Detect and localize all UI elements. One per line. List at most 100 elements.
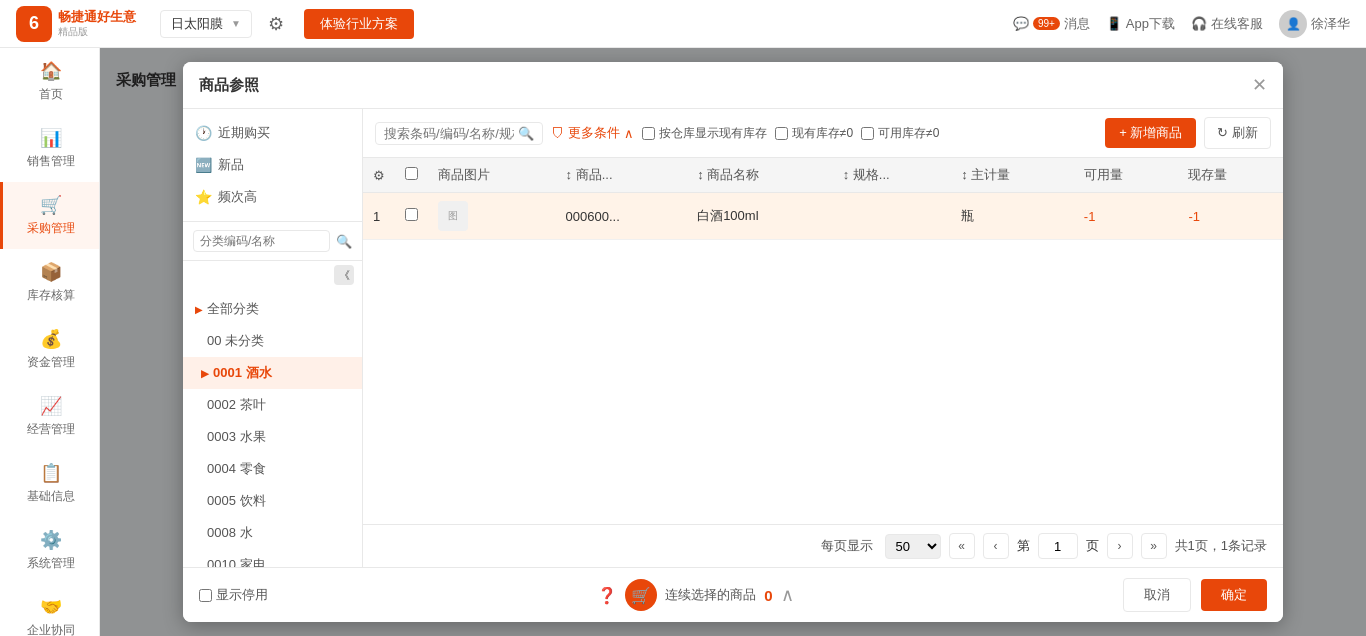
- product-table-container: ⚙ 商品图片 ↕ 商品... ↕ 商品名称 ↕ 规格... ↕ 主计量 可用量: [363, 158, 1283, 524]
- product-search-box: 🔍: [375, 122, 543, 145]
- page-label: 第: [1017, 537, 1030, 555]
- modal-overlay: 商品参照 ✕ 🕐 近期购买 🆕: [100, 48, 1366, 636]
- sidebar-item-basic[interactable]: 📋 基础信息: [0, 450, 99, 517]
- table-row[interactable]: 1 图 000600... 白酒100ml 瓶: [363, 193, 1283, 240]
- last-page-button[interactable]: »: [1141, 533, 1167, 559]
- main-layout: 🏠 首页 📊 销售管理 🛒 采购管理 📦 库存核算 💰 资金管理 📈 经营管理 …: [0, 48, 1366, 636]
- modal-body: 🕐 近期购买 🆕 新品 ⭐ 频次高: [183, 109, 1283, 567]
- col-checkbox: [395, 158, 428, 193]
- modal-close-button[interactable]: ✕: [1252, 74, 1267, 96]
- main-content: 采购管理 查询 设置 刷新 商品参照 ✕: [100, 48, 1366, 636]
- brand-name: 畅捷通好生意: [58, 9, 136, 26]
- trial-button[interactable]: 体验行业方案: [304, 9, 414, 39]
- category-search-icon[interactable]: 🔍: [336, 234, 352, 249]
- category-panel: 🕐 近期购买 🆕 新品 ⭐ 频次高: [183, 109, 363, 567]
- next-page-button[interactable]: ›: [1107, 533, 1133, 559]
- panel-collapse-button[interactable]: 《: [334, 265, 354, 285]
- col-img: 商品图片: [428, 158, 556, 193]
- home-icon: 🏠: [40, 60, 62, 82]
- row-stock: -1: [1178, 193, 1283, 240]
- frequent-item[interactable]: ⭐ 频次高: [183, 181, 362, 213]
- per-page-select[interactable]: 50 10 20 100: [885, 534, 941, 559]
- notifications-item[interactable]: 💬 99+ 消息: [1013, 15, 1090, 33]
- sidebar-item-corp[interactable]: 🤝 企业协同: [0, 584, 99, 636]
- online-service-item[interactable]: 🎧 在线客服: [1191, 15, 1263, 33]
- sidebar-item-sales[interactable]: 📊 销售管理: [0, 115, 99, 182]
- row-name: 白酒100ml: [687, 193, 833, 240]
- app-download-item[interactable]: 📱 App下载: [1106, 15, 1175, 33]
- phone-icon: 📱: [1106, 16, 1122, 31]
- chevron-down-icon: ▼: [231, 18, 241, 29]
- footer-left: 显示停用: [199, 586, 268, 604]
- chevron-up-icon: ∧: [624, 126, 634, 141]
- sidebar: 🏠 首页 📊 销售管理 🛒 采购管理 📦 库存核算 💰 资金管理 📈 经营管理 …: [0, 48, 100, 636]
- filter-button[interactable]: ⛉ 更多条件 ∧: [551, 124, 634, 142]
- total-info: 共1页，1条记录: [1175, 537, 1267, 555]
- col-code[interactable]: ↕ 商品...: [556, 158, 688, 193]
- row-select-checkbox[interactable]: [405, 208, 418, 221]
- category-search-input[interactable]: [193, 230, 330, 252]
- new-product-item[interactable]: 🆕 新品: [183, 149, 362, 181]
- add-product-button[interactable]: + 新增商品: [1105, 118, 1196, 148]
- star-icon: ⭐: [195, 189, 212, 205]
- user-profile[interactable]: 👤 徐泽华: [1279, 10, 1350, 38]
- show-disabled-checkbox[interactable]: 显示停用: [199, 586, 268, 604]
- table-header-row: ⚙ 商品图片 ↕ 商品... ↕ 商品名称 ↕ 规格... ↕ 主计量 可用量: [363, 158, 1283, 193]
- inventory-icon: 📦: [40, 261, 62, 283]
- category-appliance[interactable]: 0010 家电: [183, 549, 362, 567]
- product-toolbar: 🔍 ⛉ 更多条件 ∧ 按仓库显示现有库存: [363, 109, 1283, 158]
- select-all-checkbox[interactable]: [405, 167, 418, 180]
- expand-icon: ▶: [195, 304, 203, 315]
- sidebar-item-purchase[interactable]: 🛒 采购管理: [0, 182, 99, 249]
- category-all[interactable]: ▶ 全部分类: [183, 293, 362, 325]
- sidebar-item-operation[interactable]: 📈 经营管理: [0, 383, 99, 450]
- category-beverage[interactable]: 0005 饮料: [183, 485, 362, 517]
- stock-not-zero-checkbox[interactable]: 现有库存≠0: [775, 125, 853, 142]
- corp-icon: 🤝: [40, 596, 62, 618]
- sales-icon: 📊: [40, 127, 62, 149]
- logo-text: 畅捷通好生意 精品版: [58, 9, 136, 39]
- refresh-button[interactable]: ↻ 刷新: [1204, 117, 1271, 149]
- sidebar-item-finance[interactable]: 💰 资金管理: [0, 316, 99, 383]
- purchase-icon: 🛒: [40, 194, 62, 216]
- warehouse-display-checkbox[interactable]: 按仓库显示现有库存: [642, 125, 767, 142]
- basic-icon: 📋: [40, 462, 62, 484]
- confirm-button[interactable]: 确定: [1201, 579, 1267, 611]
- available-not-zero-checkbox[interactable]: 可用库存≠0: [861, 125, 939, 142]
- help-icon[interactable]: ❓: [597, 586, 617, 605]
- col-stock: 现存量: [1178, 158, 1283, 193]
- cart-button[interactable]: 🛒: [625, 579, 657, 611]
- collapse-button[interactable]: ∧: [781, 584, 794, 606]
- current-page-input[interactable]: [1038, 533, 1078, 559]
- avatar: 👤: [1279, 10, 1307, 38]
- sidebar-item-system[interactable]: ⚙️ 系统管理: [0, 517, 99, 584]
- message-label: 消息: [1064, 15, 1090, 33]
- row-available: -1: [1074, 193, 1179, 240]
- sidebar-item-inventory[interactable]: 📦 库存核算: [0, 249, 99, 316]
- category-liquor[interactable]: ▶ 0001 酒水: [183, 357, 362, 389]
- product-image: 图: [438, 201, 468, 231]
- footer-center: ❓ 🛒 连续选择的商品 0 ∧: [280, 579, 1111, 611]
- category-tea[interactable]: 0002 茶叶: [183, 389, 362, 421]
- category-snack[interactable]: 0004 零食: [183, 453, 362, 485]
- sidebar-item-home[interactable]: 🏠 首页: [0, 48, 99, 115]
- row-code: 000600...: [556, 193, 688, 240]
- prev-page-button[interactable]: ‹: [983, 533, 1009, 559]
- nav-selector[interactable]: 日太阳膜 ▼: [160, 10, 252, 38]
- first-page-button[interactable]: «: [949, 533, 975, 559]
- category-water[interactable]: 0008 水: [183, 517, 362, 549]
- col-spec[interactable]: ↕ 规格...: [833, 158, 952, 193]
- col-name[interactable]: ↕ 商品名称: [687, 158, 833, 193]
- category-unclassified[interactable]: 00 未分类: [183, 325, 362, 357]
- category-fruit[interactable]: 0003 水果: [183, 421, 362, 453]
- cancel-button[interactable]: 取消: [1123, 578, 1191, 612]
- recent-purchase-item[interactable]: 🕐 近期购买: [183, 117, 362, 149]
- col-settings: ⚙: [363, 158, 395, 193]
- product-search-input[interactable]: [384, 126, 514, 141]
- col-unit[interactable]: ↕ 主计量: [951, 158, 1074, 193]
- col-available: 可用量: [1074, 158, 1179, 193]
- settings-icon[interactable]: ⚙: [260, 8, 292, 40]
- per-page-label: 每页显示: [821, 537, 873, 555]
- expand-icon-active: ▶: [201, 368, 209, 379]
- message-icon: 💬: [1013, 16, 1029, 31]
